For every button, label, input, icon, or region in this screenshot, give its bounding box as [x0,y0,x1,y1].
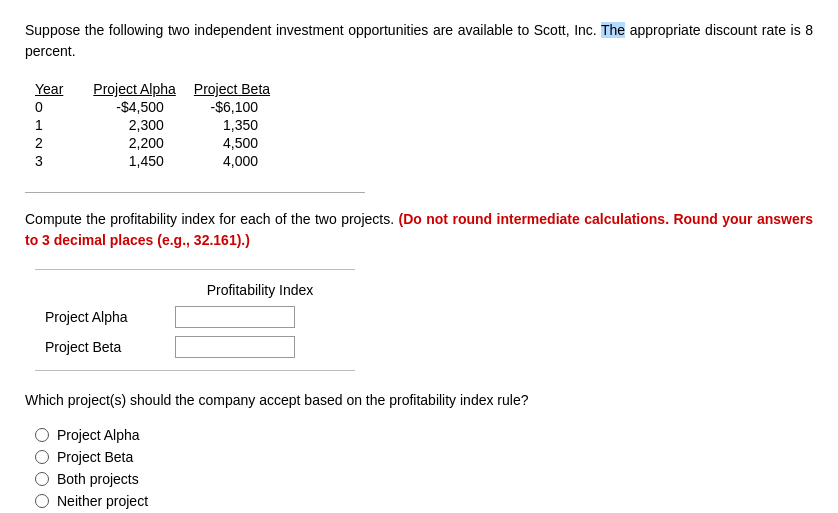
cell-alpha: 2,300 [93,116,194,134]
intro-text-normal: Suppose the following two independent in… [25,22,601,38]
cell-beta: 1,350 [194,116,288,134]
cell-year: 0 [35,98,93,116]
pi-label-0: Project Alpha [35,302,165,332]
radio-label-2: Both projects [57,471,139,487]
radio-option-1[interactable]: Project Beta [35,449,813,465]
pi-table: Profitability Index Project AlphaProject… [35,278,355,362]
col-header-alpha: Project Alpha [93,80,194,98]
data-table: Year Project Alpha Project Beta 0-$4,500… [35,80,288,170]
table-row: 31,4504,000 [35,152,288,170]
radio-option-3[interactable]: Neither project [35,493,813,509]
radio-option-2[interactable]: Both projects [35,471,813,487]
table-row: 12,3001,350 [35,116,288,134]
pi-input-0[interactable] [175,306,295,328]
table-row: 0-$4,500-$6,100 [35,98,288,116]
compute-paragraph: Compute the profitability index for each… [25,209,813,251]
radio-group: Project Alpha Project Beta Both projects Ne… [35,427,813,509]
cell-beta: -$6,100 [194,98,288,116]
radio-circle-2 [35,472,49,486]
radio-label-0: Project Alpha [57,427,140,443]
cell-beta: 4,000 [194,152,288,170]
table-divider [25,192,365,193]
cell-year: 3 [35,152,93,170]
intro-paragraph: Suppose the following two independent in… [25,20,813,62]
which-question: Which project(s) should the company acce… [25,390,813,411]
pi-table-row: Project Beta [35,332,355,362]
table-row: 22,2004,500 [35,134,288,152]
radio-circle-3 [35,494,49,508]
cell-alpha: 1,450 [93,152,194,170]
compute-text-before: Compute the profitability index for each… [25,211,399,227]
pi-input-1[interactable] [175,336,295,358]
intro-text-highlighted: The [601,22,625,38]
pi-col-header: Profitability Index [165,278,355,302]
pi-label-spacer [35,278,165,302]
pi-label-1: Project Beta [35,332,165,362]
radio-label-3: Neither project [57,493,148,509]
pi-input-cell-0 [165,302,355,332]
radio-option-0[interactable]: Project Alpha [35,427,813,443]
radio-label-1: Project Beta [57,449,133,465]
cell-beta: 4,500 [194,134,288,152]
pi-table-row: Project Alpha [35,302,355,332]
radio-circle-1 [35,450,49,464]
cell-alpha: 2,200 [93,134,194,152]
cell-alpha: -$4,500 [93,98,194,116]
cell-year: 2 [35,134,93,152]
pi-input-cell-1 [165,332,355,362]
cell-year: 1 [35,116,93,134]
pi-section: Profitability Index Project AlphaProject… [35,269,355,371]
radio-circle-0 [35,428,49,442]
col-header-beta: Project Beta [194,80,288,98]
col-header-year: Year [35,80,93,98]
